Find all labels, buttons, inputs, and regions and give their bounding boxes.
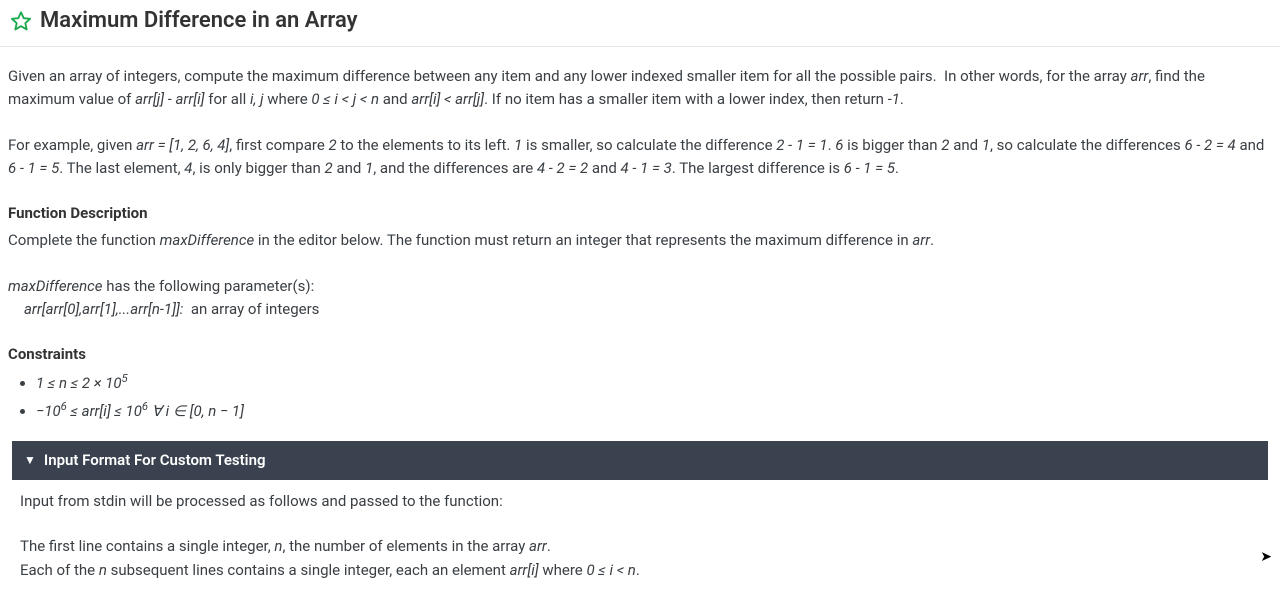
title-bar: Maximum Difference in an Array bbox=[0, 0, 1280, 47]
function-description-section: Function Description Complete the functi… bbox=[8, 202, 1272, 253]
caret-down-icon: ▼ bbox=[24, 451, 36, 470]
problem-content: Given an array of integers, compute the … bbox=[0, 47, 1280, 590]
function-description-heading: Function Description bbox=[8, 202, 1272, 225]
problem-title: Maximum Difference in an Array bbox=[40, 4, 358, 38]
input-format-body: Input from stdin will be processed as fo… bbox=[8, 490, 1272, 582]
constraints-list: 1 ≤ n ≤ 2 × 105 −106 ≤ arr[i] ≤ 106 ∀ i … bbox=[8, 370, 1272, 423]
input-format-heading: Input Format For Custom Testing bbox=[44, 449, 266, 472]
parameters-intro: maxDifference has the following paramete… bbox=[8, 275, 1272, 298]
input-format-toggle[interactable]: ▼ Input Format For Custom Testing bbox=[12, 441, 1268, 480]
constraint-item: −106 ≤ arr[i] ≤ 106 ∀ i ∈ [0, n − 1] bbox=[36, 398, 1272, 423]
intro-paragraph: Given an array of integers, compute the … bbox=[8, 65, 1272, 112]
star-icon[interactable] bbox=[10, 10, 32, 32]
function-description-text: Complete the function maxDifference in t… bbox=[8, 229, 1272, 252]
constraints-section: Constraints 1 ≤ n ≤ 2 × 105 −106 ≤ arr[i… bbox=[8, 343, 1272, 423]
example-paragraph: For example, given arr = [1, 2, 6, 4], f… bbox=[8, 134, 1272, 181]
constraints-heading: Constraints bbox=[8, 343, 1272, 366]
parameter-line: arr[arr[0],arr[1],...arr[n-1]]: an array… bbox=[8, 298, 1272, 321]
constraint-item: 1 ≤ n ≤ 2 × 105 bbox=[36, 370, 1272, 395]
parameters-section: maxDifference has the following paramete… bbox=[8, 275, 1272, 322]
input-format-intro: Input from stdin will be processed as fo… bbox=[20, 490, 1260, 513]
